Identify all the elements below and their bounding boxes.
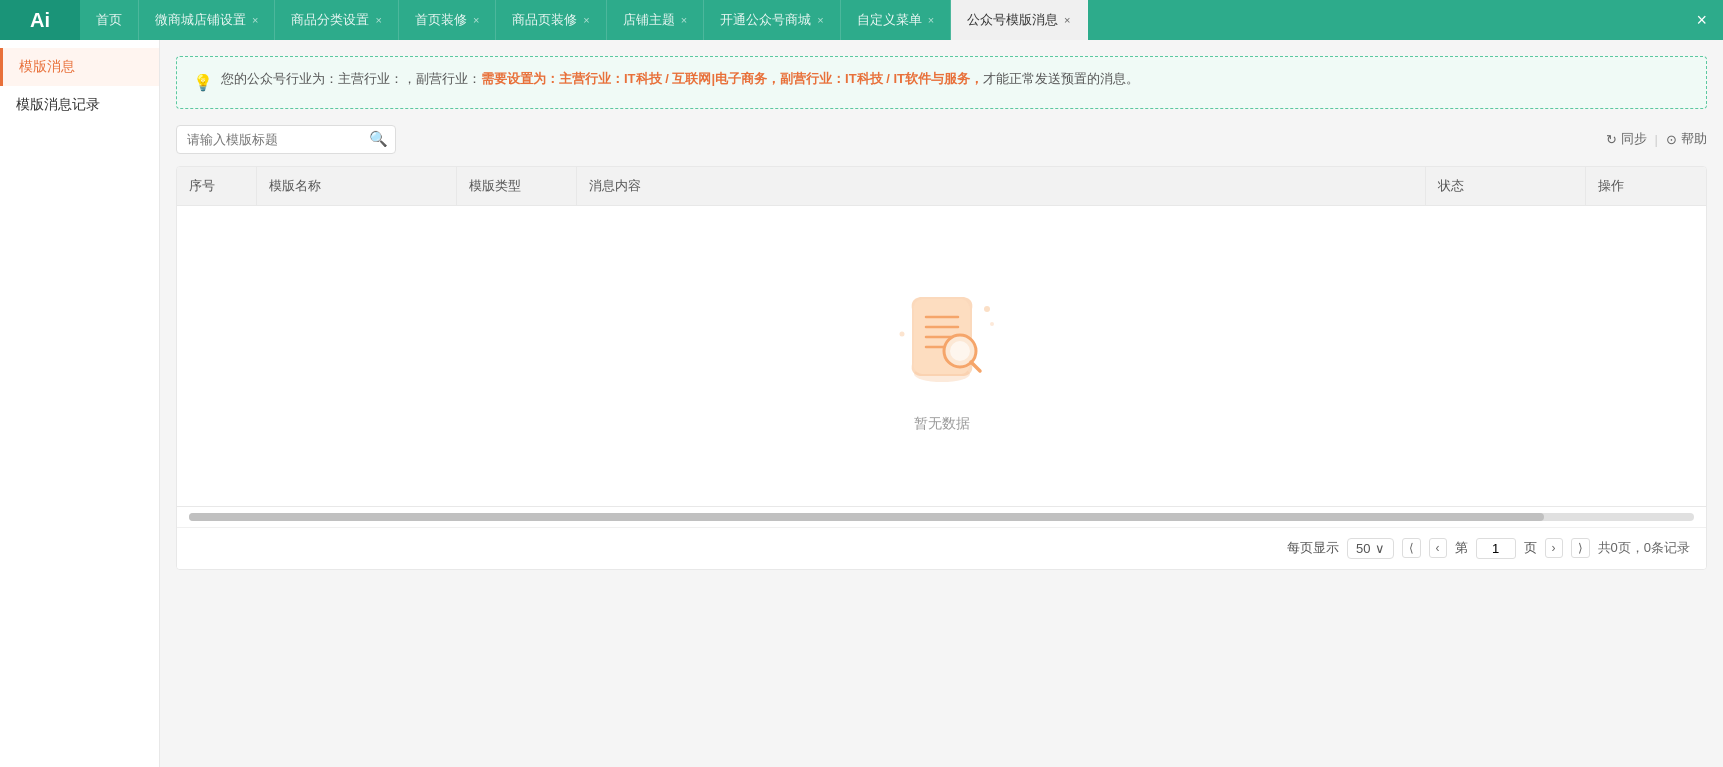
- nav-tab-close-6[interactable]: ×: [817, 14, 823, 26]
- nav-tab-2[interactable]: 商品分类设置×: [275, 0, 398, 40]
- main-layout: 模版消息模版消息记录 💡 您的公众号行业为：主营行业：，副营行业：需要设置为：主…: [0, 40, 1723, 767]
- page-unit: 页: [1524, 539, 1537, 557]
- sync-icon: ↻: [1606, 132, 1617, 147]
- prev-page-button[interactable]: ‹: [1429, 538, 1447, 558]
- per-page-select[interactable]: 50 ∨: [1347, 538, 1393, 559]
- nav-tab-3[interactable]: 首页装修×: [399, 0, 496, 40]
- data-table: 序号 模版名称 模版类型 消息内容 状态 操作: [176, 166, 1707, 570]
- last-page-button[interactable]: ⟩: [1571, 538, 1590, 558]
- scrollbar-track[interactable]: [189, 513, 1694, 521]
- search-input-wrapper: 🔍: [176, 125, 396, 154]
- empty-illustration: [882, 279, 1002, 399]
- sidebar-item-0[interactable]: 模版消息: [0, 48, 159, 86]
- table-body-empty: 暂无数据: [177, 206, 1706, 506]
- svg-point-9: [990, 322, 994, 326]
- sidebar: 模版消息模版消息记录: [0, 40, 160, 767]
- brand-text: Ai: [30, 9, 50, 32]
- help-button[interactable]: ⊙ 帮助: [1666, 130, 1707, 148]
- alert-notice: 💡 您的公众号行业为：主营行业：，副营行业：需要设置为：主营行业：IT科技 / …: [176, 56, 1707, 109]
- nav-tab-1[interactable]: 微商城店铺设置×: [139, 0, 275, 40]
- divider: |: [1655, 132, 1658, 147]
- brand-logo: Ai: [0, 0, 80, 40]
- search-input[interactable]: [176, 125, 396, 154]
- help-label: 帮助: [1681, 130, 1707, 148]
- page-label: 第: [1455, 539, 1468, 557]
- col-status: 状态: [1426, 167, 1586, 205]
- col-name: 模版名称: [257, 167, 457, 205]
- table-header: 序号 模版名称 模版类型 消息内容 状态 操作: [177, 167, 1706, 206]
- page-input[interactable]: [1476, 538, 1516, 559]
- nav-tabs-container: 首页微商城店铺设置×商品分类设置×首页装修×商品页装修×店铺主题×开通公众号商城…: [80, 0, 1680, 40]
- col-type: 模版类型: [457, 167, 577, 205]
- nav-tab-6[interactable]: 开通公众号商城×: [704, 0, 840, 40]
- sync-button[interactable]: ↻ 同步: [1606, 130, 1647, 148]
- global-close-button[interactable]: ×: [1680, 10, 1723, 31]
- alert-highlight: 需要设置为：主营行业：IT科技 / 互联网|电子商务，副营行业：IT科技 / I…: [481, 71, 983, 86]
- col-action: 操作: [1586, 167, 1706, 205]
- nav-tab-close-5[interactable]: ×: [681, 14, 687, 26]
- per-page-value: 50: [1356, 541, 1370, 556]
- sync-label: 同步: [1621, 130, 1647, 148]
- nav-tab-close-1[interactable]: ×: [252, 14, 258, 26]
- help-icon: ⊙: [1666, 132, 1677, 147]
- main-content: 💡 您的公众号行业为：主营行业：，副营行业：需要设置为：主营行业：IT科技 / …: [160, 40, 1723, 767]
- nav-tab-close-4[interactable]: ×: [583, 14, 589, 26]
- nav-tab-close-8[interactable]: ×: [1064, 14, 1070, 26]
- nav-tab-0[interactable]: 首页: [80, 0, 139, 40]
- nav-tab-close-3[interactable]: ×: [473, 14, 479, 26]
- nav-tab-close-2[interactable]: ×: [375, 14, 381, 26]
- alert-icon: 💡: [193, 70, 213, 96]
- svg-point-6: [950, 341, 970, 361]
- empty-text: 暂无数据: [914, 415, 970, 433]
- scrollbar-thumb[interactable]: [189, 513, 1544, 521]
- svg-line-7: [971, 362, 980, 371]
- search-bar: 🔍 ↻ 同步 | ⊙ 帮助: [176, 125, 1707, 154]
- search-button[interactable]: 🔍: [369, 130, 388, 148]
- alert-prefix: 您的公众号行业为：主营行业：，副营行业：: [221, 71, 481, 86]
- col-content: 消息内容: [577, 167, 1426, 205]
- nav-tab-7[interactable]: 自定义菜单×: [841, 0, 951, 40]
- sidebar-item-1[interactable]: 模版消息记录: [0, 86, 159, 124]
- nav-tab-close-7[interactable]: ×: [928, 14, 934, 26]
- nav-tab-4[interactable]: 商品页装修×: [496, 0, 606, 40]
- horizontal-scrollbar[interactable]: [177, 506, 1706, 527]
- nav-tab-8[interactable]: 公众号模版消息×: [951, 0, 1087, 40]
- svg-point-8: [984, 306, 990, 312]
- col-seq: 序号: [177, 167, 257, 205]
- svg-point-10: [899, 331, 904, 336]
- alert-text: 您的公众号行业为：主营行业：，副营行业：需要设置为：主营行业：IT科技 / 互联…: [221, 69, 1139, 90]
- first-page-button[interactable]: ⟨: [1402, 538, 1421, 558]
- top-navigation: Ai 首页微商城店铺设置×商品分类设置×首页装修×商品页装修×店铺主题×开通公众…: [0, 0, 1723, 40]
- per-page-label: 每页显示: [1287, 539, 1339, 557]
- per-page-dropdown-icon: ∨: [1375, 541, 1385, 556]
- next-page-button[interactable]: ›: [1545, 538, 1563, 558]
- total-text: 共0页，0条记录: [1598, 539, 1690, 557]
- pagination: 每页显示 50 ∨ ⟨ ‹ 第 页 › ⟩ 共0页，0条记录: [177, 527, 1706, 569]
- nav-tab-5[interactable]: 店铺主题×: [607, 0, 704, 40]
- alert-suffix: 才能正常发送预置的消息。: [983, 71, 1139, 86]
- search-bar-right: ↻ 同步 | ⊙ 帮助: [1606, 130, 1707, 148]
